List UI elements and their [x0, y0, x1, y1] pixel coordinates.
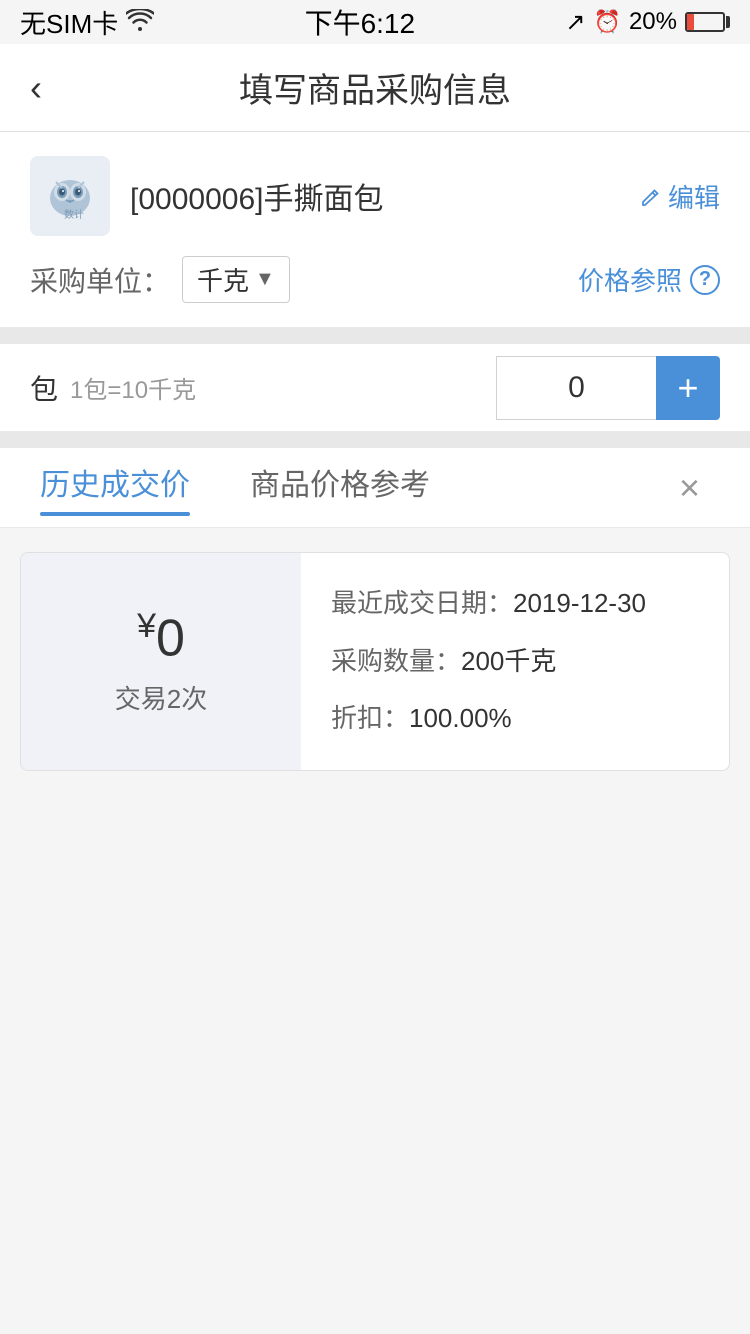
dropdown-arrow-icon: ▼	[255, 268, 275, 291]
page-title: 填写商品采购信息	[239, 63, 511, 112]
tab-history-label: 历史成交价	[40, 460, 190, 512]
status-right: ↗ ⏰ 20%	[565, 8, 730, 37]
transaction-right: 最近成交日期：2019-12-30 采购数量：200千克 折扣：100.00%	[301, 553, 729, 770]
back-button[interactable]: ‹	[30, 67, 42, 109]
detail-row-discount: 折扣：100.00%	[331, 698, 699, 740]
tab-history-price[interactable]: 历史成交价	[40, 460, 190, 516]
close-button[interactable]: ×	[669, 457, 710, 519]
help-icon: ?	[690, 265, 720, 295]
battery-percent: 20%	[629, 8, 677, 36]
location-icon: ↗	[565, 8, 585, 37]
detail-discount-value: 100.00%	[409, 703, 512, 733]
product-thumbnail: 数计	[30, 156, 110, 236]
unit-section: 采购单位： 千克 ▼	[30, 256, 290, 303]
detail-quantity-label: 采购数量：	[331, 646, 461, 676]
detail-discount-label: 折扣：	[331, 703, 409, 733]
price-value: 0	[156, 610, 185, 668]
quantity-label: 包 1包=10千克	[30, 368, 196, 408]
detail-date-label: 最近成交日期：	[331, 588, 513, 618]
tab-product-price[interactable]: 商品价格参考	[250, 460, 430, 516]
product-name: [0000006]手撕面包	[130, 174, 383, 218]
detail-quantity-value: 200千克	[461, 646, 556, 676]
alarm-icon: ⏰	[594, 9, 621, 35]
status-time: 下午6:12	[305, 2, 416, 42]
transaction-price: ¥0	[137, 607, 185, 668]
currency-symbol: ¥	[137, 607, 156, 645]
divider-1	[0, 328, 750, 344]
nav-bar: ‹ 填写商品采购信息	[0, 44, 750, 132]
unit-conversion: 1包=10千克	[70, 370, 196, 405]
unit-label: 采购单位：	[30, 260, 170, 300]
price-ref-label: 价格参照	[578, 261, 682, 298]
unit-dropdown[interactable]: 千克 ▼	[182, 256, 290, 303]
tabs-container: 历史成交价 商品价格参考 ×	[0, 448, 750, 528]
detail-date-value: 2019-12-30	[513, 588, 646, 618]
divider-2	[0, 432, 750, 448]
wifi-icon	[126, 7, 154, 38]
quantity-input-group: +	[496, 356, 720, 420]
content-area: ¥0 交易2次 最近成交日期：2019-12-30 采购数量：200千克 折扣：…	[0, 528, 750, 1128]
battery-icon	[685, 12, 730, 32]
quantity-plus-button[interactable]: +	[656, 356, 720, 420]
tab-active-underline	[40, 512, 190, 516]
transaction-count: 交易2次	[115, 679, 207, 716]
tabs-wrapper: 历史成交价 商品价格参考	[40, 448, 430, 527]
svg-text:数计: 数计	[64, 208, 84, 221]
unit-box-label: 包	[30, 368, 58, 408]
status-bar: 无SIM卡 下午6:12 ↗ ⏰ 20%	[0, 0, 750, 44]
transaction-left: ¥0 交易2次	[21, 553, 301, 770]
carrier-text: 无SIM卡	[20, 4, 118, 41]
unit-value: 千克	[197, 261, 249, 298]
quantity-row: 包 1包=10千克 +	[0, 344, 750, 432]
product-card: 数计 [0000006]手撕面包 编辑 采购单位： 千克 ▼ 价格参照 ?	[0, 132, 750, 328]
status-left: 无SIM卡	[20, 4, 154, 41]
edit-button[interactable]: 编辑	[640, 178, 720, 215]
edit-icon	[640, 185, 662, 207]
detail-row-date: 最近成交日期：2019-12-30	[331, 583, 699, 625]
price-reference-button[interactable]: 价格参照 ?	[578, 261, 720, 298]
detail-row-quantity: 采购数量：200千克	[331, 641, 699, 683]
transaction-card: ¥0 交易2次 最近成交日期：2019-12-30 采购数量：200千克 折扣：…	[20, 552, 730, 771]
tab-product-price-label: 商品价格参考	[250, 460, 430, 512]
quantity-input[interactable]	[496, 356, 656, 420]
